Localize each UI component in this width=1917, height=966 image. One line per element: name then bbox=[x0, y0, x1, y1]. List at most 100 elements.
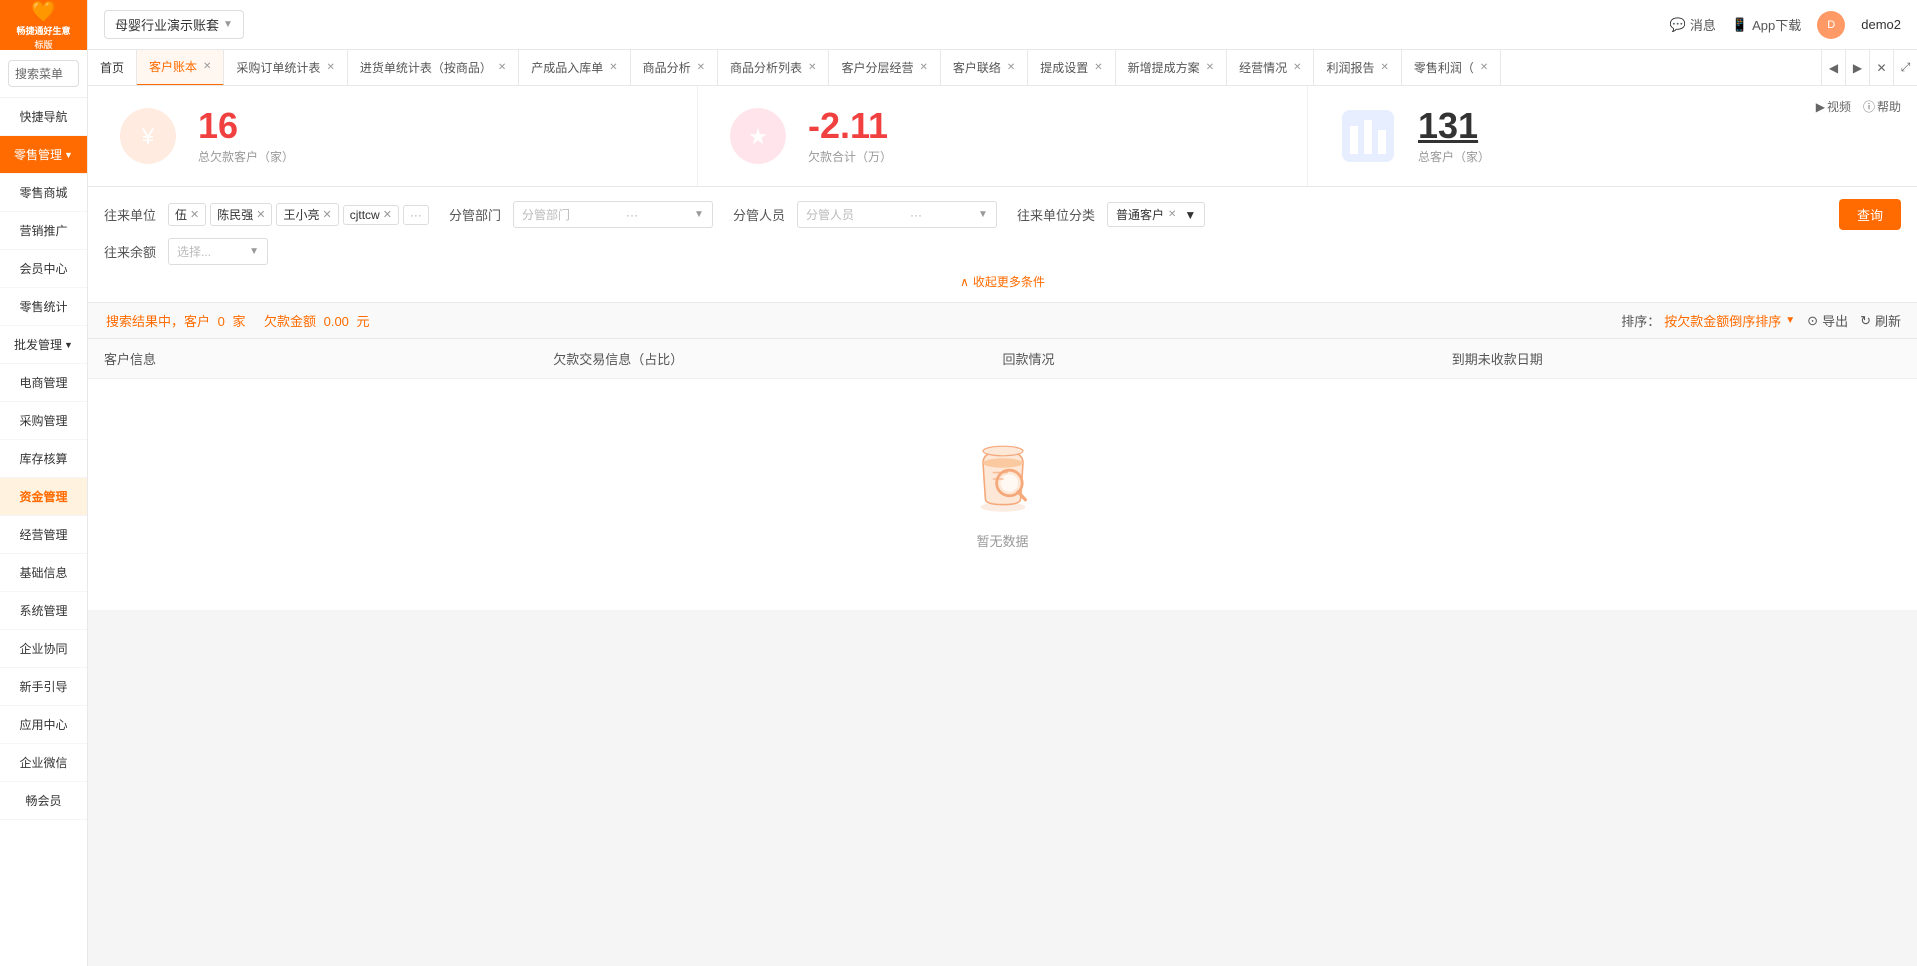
stat-card-amount: ★ -2.11 欠款合计（万） bbox=[698, 86, 1308, 186]
tab-customer-ledger[interactable]: 客户账本 ✕ bbox=[137, 50, 224, 86]
sidebar-item-retail-stats[interactable]: 零售统计 bbox=[0, 288, 87, 326]
topbar-right: 💬 消息 📱 App下载 D demo2 bbox=[1670, 11, 1901, 39]
unit-tag-chen-close[interactable]: ✕ bbox=[256, 208, 265, 221]
tab-close-profit[interactable]: ✕ bbox=[1381, 62, 1389, 73]
tab-customer-tier[interactable]: 客户分层经营 ✕ bbox=[829, 50, 940, 86]
video-button[interactable]: ▶ 视频 bbox=[1816, 98, 1851, 115]
tab-prev-arrow[interactable]: ◀ bbox=[1821, 50, 1845, 86]
export-button[interactable]: ⊙ 导出 bbox=[1807, 311, 1848, 330]
tab-profit[interactable]: 利润报告 ✕ bbox=[1314, 50, 1401, 86]
unit-tag-wang-close[interactable]: ✕ bbox=[323, 208, 332, 221]
sidebar-item-retail-mall[interactable]: 零售商城 bbox=[0, 174, 87, 212]
sidebar-item-inventory[interactable]: 库存核算 bbox=[0, 440, 87, 478]
sidebar-item-system[interactable]: 系统管理 bbox=[0, 592, 87, 630]
stat-icon-blue bbox=[1338, 106, 1398, 166]
stat-number-amount: -2.11 bbox=[808, 108, 892, 144]
sidebar-item-finance[interactable]: 资金管理 bbox=[0, 478, 87, 516]
logo-icon: 🧡 bbox=[31, 0, 56, 24]
help-button[interactable]: ⓘ 帮助 bbox=[1863, 98, 1901, 115]
sidebar-item-app-center[interactable]: 应用中心 bbox=[0, 706, 87, 744]
sidebar: 🧡 畅捷通好生意 标版 搜索菜单 快捷导航 零售管理 ▼ 零售商城 营销推广 会… bbox=[0, 0, 88, 966]
retail-arrow-icon: ▼ bbox=[64, 150, 73, 160]
stats-row: ¥ 16 总欠款客户（家） ★ -2.11 欠款合计（ bbox=[88, 86, 1917, 187]
sidebar-item-retail[interactable]: 零售管理 ▼ bbox=[0, 136, 87, 174]
results-count: 0 bbox=[218, 314, 225, 329]
person-select[interactable]: 分管人员 ··· ▼ bbox=[797, 201, 997, 228]
filter-row-2: 往来余额 选择... ▼ bbox=[104, 238, 1901, 265]
search-menu-button[interactable]: 搜索菜单 bbox=[8, 60, 79, 87]
stat-icon-orange: ¥ bbox=[118, 106, 178, 166]
empty-state: 暂无数据 bbox=[88, 379, 1917, 610]
tab-close-goods-analysis-list[interactable]: ✕ bbox=[808, 62, 816, 73]
main-area: 母婴行业演示账套 ▼ 💬 消息 📱 App下载 D demo2 首页 客户账本 … bbox=[88, 0, 1917, 966]
logo-text: 畅捷通好生意 bbox=[16, 26, 70, 37]
sidebar-item-guide[interactable]: 新手引导 bbox=[0, 668, 87, 706]
dept-more-icon: ··· bbox=[626, 208, 638, 222]
tabbar: 首页 客户账本 ✕ 采购订单统计表 ✕ 进货单统计表（按商品） ✕ 产成品入库单… bbox=[88, 50, 1917, 86]
tab-retail-profit[interactable]: 零售利润（ ✕ bbox=[1402, 50, 1501, 86]
sidebar-item-member[interactable]: 会员中心 bbox=[0, 250, 87, 288]
tab-close-purchase-stats[interactable]: ✕ bbox=[498, 62, 506, 73]
tab-finished-goods[interactable]: 产成品入库单 ✕ bbox=[519, 50, 630, 86]
query-button[interactable]: 查询 bbox=[1839, 199, 1901, 230]
tab-close-finished-goods[interactable]: ✕ bbox=[609, 62, 617, 73]
unit-tag-cjttcw-close[interactable]: ✕ bbox=[383, 208, 392, 221]
tab-close-commission[interactable]: ✕ bbox=[1094, 62, 1102, 73]
unit-tag-wu: 伍 ✕ bbox=[168, 203, 206, 226]
tab-new-commission[interactable]: 新增提成方案 ✕ bbox=[1116, 50, 1227, 86]
sidebar-item-quick-nav[interactable]: 快捷导航 bbox=[0, 98, 87, 136]
tab-close-all-icon[interactable]: ✕ bbox=[1869, 50, 1893, 86]
avatar[interactable]: D bbox=[1817, 11, 1845, 39]
tab-close-customer-contact[interactable]: ✕ bbox=[1007, 62, 1015, 73]
sidebar-item-wholesale[interactable]: 批发管理 ▼ bbox=[0, 326, 87, 364]
app-download-button[interactable]: 📱 App下载 bbox=[1732, 15, 1801, 34]
tab-goods-analysis-list[interactable]: 商品分析列表 ✕ bbox=[718, 50, 829, 86]
refresh-button[interactable]: ↻ 刷新 bbox=[1860, 311, 1901, 330]
tab-commission[interactable]: 提成设置 ✕ bbox=[1028, 50, 1115, 86]
tab-maximize-icon[interactable]: ⤢ bbox=[1893, 50, 1917, 86]
tab-close-retail-profit[interactable]: ✕ bbox=[1480, 62, 1488, 73]
sidebar-item-enterprise[interactable]: 企业协同 bbox=[0, 630, 87, 668]
username[interactable]: demo2 bbox=[1861, 17, 1901, 32]
sidebar-search-area: 搜索菜单 bbox=[0, 50, 87, 98]
unit-tags: 伍 ✕ 陈民强 ✕ 王小亮 ✕ cjttcw ✕ ··· bbox=[168, 203, 429, 226]
tab-purchase-stats[interactable]: 进货单统计表（按商品） ✕ bbox=[348, 50, 519, 86]
sort-chevron-icon: ▼ bbox=[1785, 315, 1795, 326]
tab-close-purchase-order[interactable]: ✕ bbox=[326, 62, 334, 73]
collapse-button[interactable]: ∧ 收起更多条件 bbox=[104, 273, 1901, 290]
results-info: 搜索结果中，客户 0 家 欠款金额 0.00 元 bbox=[104, 311, 372, 330]
unit-tags-more[interactable]: ··· bbox=[403, 205, 429, 225]
sidebar-item-purchase[interactable]: 采购管理 bbox=[0, 402, 87, 440]
sort-label: 排序： bbox=[1621, 311, 1660, 330]
sidebar-item-wecom[interactable]: 企业微信 bbox=[0, 744, 87, 782]
sidebar-item-basic-info[interactable]: 基础信息 bbox=[0, 554, 87, 592]
sort-selector[interactable]: 排序： 按欠款金额倒序排序 ▼ bbox=[1621, 311, 1795, 330]
category-tag-close[interactable]: ✕ bbox=[1168, 209, 1176, 220]
results-actions: 排序： 按欠款金额倒序排序 ▼ ⊙ 导出 ↻ 刷新 bbox=[1621, 311, 1901, 330]
tab-close-new-commission[interactable]: ✕ bbox=[1206, 62, 1214, 73]
sidebar-item-marketing[interactable]: 营销推广 bbox=[0, 212, 87, 250]
tab-close-customer-tier[interactable]: ✕ bbox=[919, 62, 927, 73]
tab-close-goods-analysis[interactable]: ✕ bbox=[697, 62, 705, 73]
play-icon: ▶ bbox=[1816, 100, 1825, 114]
message-button[interactable]: 💬 消息 bbox=[1670, 15, 1716, 34]
stat-label-total: 总客户（家） bbox=[1418, 148, 1490, 165]
tab-close-customer-ledger[interactable]: ✕ bbox=[203, 61, 211, 72]
sidebar-item-operation[interactable]: 经营管理 bbox=[0, 516, 87, 554]
tab-purchase-order[interactable]: 采购订单统计表 ✕ bbox=[224, 50, 347, 86]
unit-tag-wu-close[interactable]: ✕ bbox=[190, 208, 199, 221]
tab-next-arrow[interactable]: ▶ bbox=[1845, 50, 1869, 86]
tab-customer-contact[interactable]: 客户联络 ✕ bbox=[941, 50, 1028, 86]
account-name: 母婴行业演示账套 bbox=[115, 15, 219, 34]
category-select[interactable]: 普通客户 ✕ ▼ bbox=[1107, 202, 1205, 227]
table-header: 客户信息 欠款交易信息（占比） 回款情况 到期未收款日期 bbox=[88, 339, 1917, 379]
tab-goods-analysis[interactable]: 商品分析 ✕ bbox=[631, 50, 718, 86]
balance-select[interactable]: 选择... ▼ bbox=[168, 238, 268, 265]
account-selector[interactable]: 母婴行业演示账套 ▼ bbox=[104, 10, 244, 39]
sidebar-item-chang-member[interactable]: 畅会员 bbox=[0, 782, 87, 820]
dept-select[interactable]: 分管部门 ··· ▼ bbox=[513, 201, 713, 228]
tab-operation[interactable]: 经营情况 ✕ bbox=[1227, 50, 1314, 86]
tab-close-operation[interactable]: ✕ bbox=[1293, 62, 1301, 73]
sidebar-item-ecommerce[interactable]: 电商管理 bbox=[0, 364, 87, 402]
tab-home[interactable]: 首页 bbox=[88, 50, 137, 86]
